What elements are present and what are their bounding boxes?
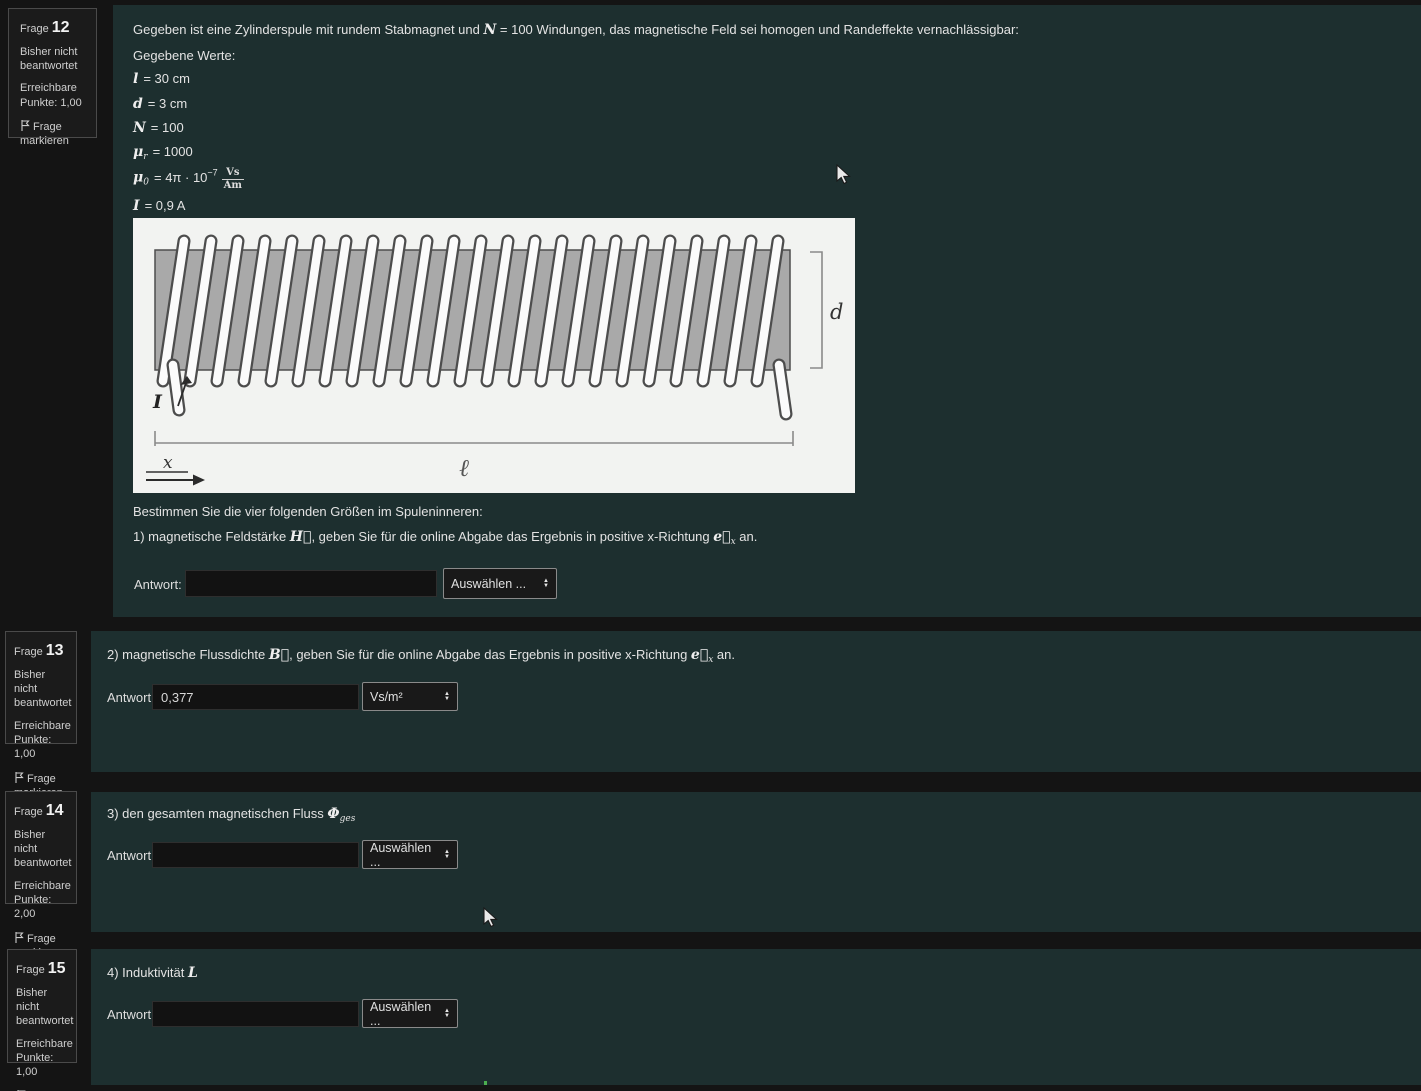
bestimmen-text: Bestimmen Sie die vier folgenden Größen …: [133, 504, 483, 519]
answer-input-q1[interactable]: [185, 570, 437, 597]
current-label: I: [152, 391, 163, 413]
question-intro: Gegeben ist eine Zylinderspule mit runde…: [133, 22, 1019, 38]
answer-label-q4: Antwort:: [107, 1007, 155, 1022]
answer-label-q3: Antwort:: [107, 848, 155, 863]
frage-number: 13: [45, 642, 64, 659]
question-status: Bisher nicht beantwortet: [16, 986, 74, 1028]
frage-number: 15: [47, 960, 66, 977]
frage-number: 14: [45, 802, 64, 819]
mouse-cursor-icon: [483, 907, 498, 928]
flag-icon: [21, 119, 30, 131]
frage-label: Frage: [14, 646, 43, 658]
text-caret-mark: [484, 1081, 487, 1085]
updown-arrows-icon: ▲ ▼: [444, 848, 450, 860]
flag-question-link[interactable]: Frage markieren: [20, 119, 88, 149]
question-points: Erreichbare Punkte: 1,00: [14, 719, 71, 761]
question-1-text: 1) magnetische Feldstärke H⃗, geben Sie …: [133, 529, 758, 547]
given-value-mu-r: μr = 1000: [133, 144, 193, 162]
updown-arrows-icon: ▲ ▼: [444, 690, 450, 702]
given-value-mu-0: μ0 = 4π · 10−7 Vs Am: [133, 167, 245, 191]
question-info-box-15: Frage 15 Bisher nicht beantwortet Erreich…: [7, 949, 77, 1091]
answer-input-q2[interactable]: [152, 684, 359, 710]
given-value-I: I = 0,9 A: [133, 198, 186, 214]
answer-label-q2: Antwort:: [107, 690, 155, 705]
given-value-d: d = 3 cm: [133, 96, 188, 112]
question-info-box-14: Frage 14 Bisher nicht beantwortet Erreich…: [5, 791, 77, 959]
answer-input-q4[interactable]: [152, 1001, 359, 1027]
flag-icon: [15, 931, 24, 943]
quiz-page: { "boxes": [ {"frage_label":"Frage","num…: [0, 0, 1421, 1091]
select-value: Auswählen ...: [370, 999, 432, 1028]
select-value: Auswählen ...: [451, 576, 527, 591]
unit-select-q1[interactable]: Auswählen ... ▲ ▼: [443, 568, 557, 599]
given-value-l: l = 30 cm: [133, 71, 190, 87]
unit-select-q3[interactable]: Auswählen ... ▲ ▼: [362, 840, 458, 869]
select-value: Vs/m²: [370, 689, 403, 704]
question-block-15: 4) Induktivität L Antwort: Auswählen ...…: [91, 949, 1421, 1085]
question-number: Frage 13: [14, 641, 68, 662]
coil-diagram: I d ℓ x: [133, 218, 855, 493]
question-points: Erreichbare Punkte: 2,00: [14, 879, 71, 921]
updown-arrows-icon: ▲ ▼: [444, 1007, 450, 1019]
length-label: ℓ: [459, 454, 469, 482]
frage-label: Frage: [16, 964, 45, 976]
question-3-text: 3) den gesamten magnetischen Fluss Φges: [107, 806, 356, 824]
diameter-label: d: [830, 300, 843, 324]
x-axis-label: x: [163, 453, 173, 473]
unit-select-q2[interactable]: Vs/m² ▲ ▼: [362, 682, 458, 711]
given-values-title: Gegebene Werte:: [133, 48, 236, 63]
frage-label: Frage: [14, 806, 43, 818]
frage-label: Frage: [20, 23, 49, 35]
question-number: Frage 14: [14, 801, 68, 822]
question-4-text: 4) Induktivität L: [107, 965, 198, 981]
question-status: Bisher nicht beantwortet: [14, 828, 72, 870]
flag-icon: [15, 771, 24, 783]
question-status: Bisher nicht beantwortet: [14, 668, 72, 710]
question-info-box-13: Frage 13 Bisher nicht beantwortet Erreich…: [5, 631, 77, 799]
mouse-cursor-icon: [836, 164, 851, 185]
question-number: Frage 12: [20, 18, 88, 39]
given-value-N: N = 100: [133, 120, 184, 136]
question-block-12: Gegeben ist eine Zylinderspule mit runde…: [113, 5, 1421, 617]
question-status: Bisher nicht beantwortet: [20, 45, 78, 73]
updown-arrows-icon: ▲ ▼: [543, 577, 549, 589]
question-points: Erreichbare Punkte: 1,00: [16, 1037, 73, 1079]
question-block-14: 3) den gesamten magnetischen Fluss Φges …: [91, 792, 1421, 932]
question-number: Frage 15: [16, 959, 68, 980]
select-value: Auswählen ...: [370, 840, 432, 869]
question-block-13: 2) magnetische Flussdichte B⃗, geben Sie…: [91, 631, 1421, 772]
question-points: Erreichbare Punkte: 1,00: [20, 82, 82, 109]
frage-number: 12: [51, 19, 70, 36]
lead-wire-right: [772, 358, 793, 421]
answer-label-q1: Antwort:: [134, 577, 182, 592]
question-2-text: 2) magnetische Flussdichte B⃗, geben Sie…: [107, 647, 735, 665]
question-info-box-12: Frage 12 Bisher nicht beantwortet Erreich…: [8, 8, 97, 147]
unit-select-q4[interactable]: Auswählen ... ▲ ▼: [362, 999, 458, 1028]
answer-input-q3[interactable]: [152, 842, 359, 868]
